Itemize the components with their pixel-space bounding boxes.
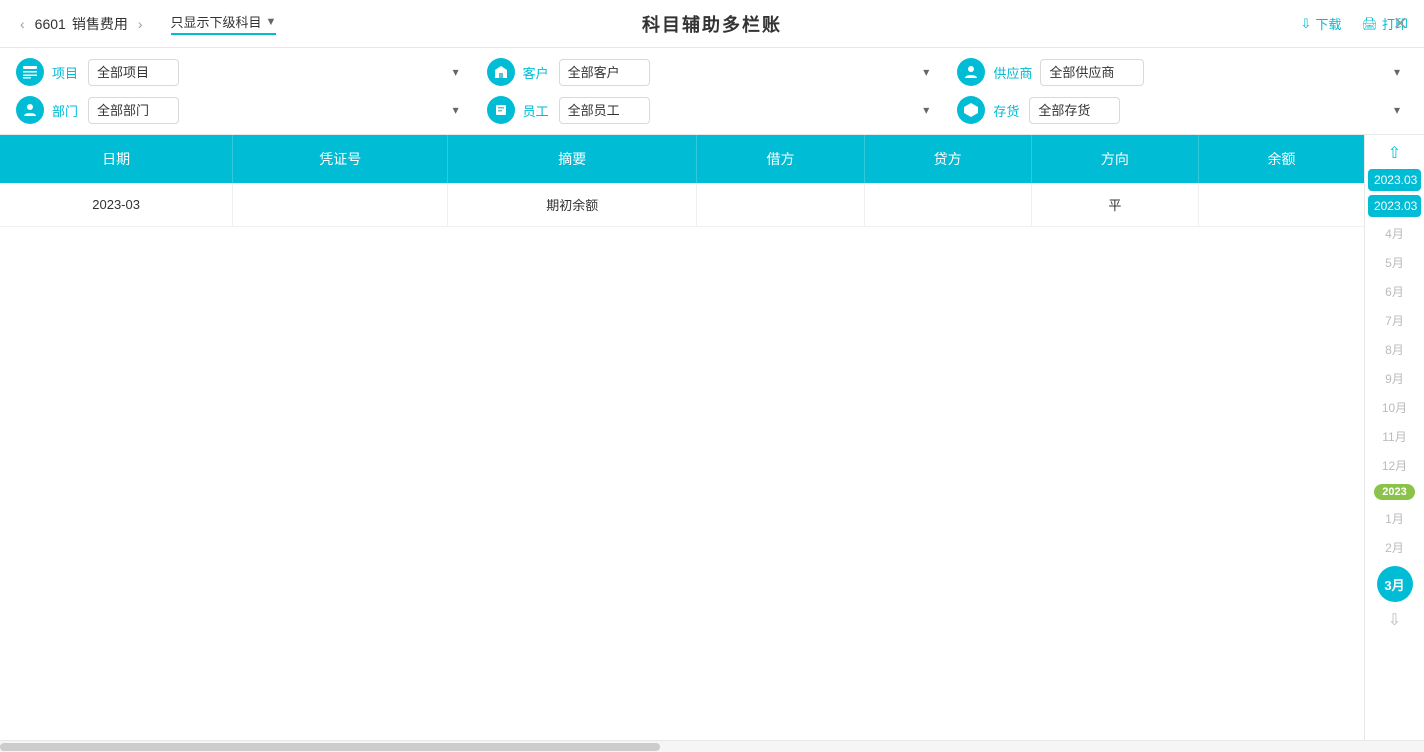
- timeline-month-6[interactable]: 6月: [1365, 277, 1424, 306]
- account-code: 6601: [35, 16, 66, 32]
- timeline-up-arrow[interactable]: ⇧: [1384, 139, 1405, 167]
- col-credit: 贷方: [864, 135, 1031, 183]
- timeline-month-9[interactable]: 9月: [1365, 364, 1424, 393]
- cell-voucher: [233, 183, 448, 227]
- page-title: 科目辅助多栏账: [642, 11, 782, 37]
- scrollbar-thumb: [0, 743, 660, 751]
- filter-customer: 客户 全部客户: [487, 58, 938, 86]
- timeline-month-12[interactable]: 12月: [1365, 451, 1424, 480]
- employee-icon: [487, 96, 515, 124]
- col-voucher: 凭证号: [233, 135, 448, 183]
- employee-select[interactable]: 全部员工: [559, 97, 650, 124]
- timeline-month-1[interactable]: 1月: [1365, 504, 1424, 533]
- filter-supplier: 供应商 全部供应商: [957, 58, 1408, 86]
- print-icon: 🖨: [1361, 16, 1378, 32]
- cell-credit: [864, 183, 1031, 227]
- col-debit: 借方: [697, 135, 864, 183]
- project-label: 项目: [52, 63, 80, 82]
- employee-select-wrapper: 全部员工: [559, 97, 938, 124]
- col-summary: 摘要: [448, 135, 697, 183]
- department-select[interactable]: 全部部门: [88, 97, 179, 124]
- main-window: ‹ 6601 销售费用 › 只显示下级科目 ▼ 科目辅助多栏账 ⇩ 下载 🖨 打…: [0, 0, 1424, 752]
- download-icon: ⇩: [1301, 16, 1312, 32]
- cell-direction: 平: [1031, 183, 1198, 227]
- project-select-wrapper: 全部项目: [88, 59, 467, 86]
- customer-label: 客户: [523, 63, 551, 82]
- timeline-panel: ⇧ 2023.03 2023.03 4月 5月 6月 7月 8月 9月 10月 …: [1364, 135, 1424, 740]
- department-label: 部门: [52, 101, 80, 120]
- customer-icon: [487, 58, 515, 86]
- filter-inventory: 存货 全部存货: [957, 96, 1408, 124]
- inventory-label: 存货: [993, 101, 1021, 120]
- supplier-select[interactable]: 全部供应商: [1040, 59, 1144, 86]
- table-row: 2023-03 期初余额 平: [0, 183, 1364, 227]
- prev-account-arrow[interactable]: ‹: [16, 14, 29, 34]
- supplier-icon: [957, 58, 985, 86]
- sublevel-filter-label: 只显示下级科目: [171, 12, 262, 31]
- col-date: 日期: [0, 135, 233, 183]
- filter-department: 部门 全部部门: [16, 96, 467, 124]
- cell-summary: 期初余额: [448, 183, 697, 227]
- department-icon: [16, 96, 44, 124]
- timeline-selected-end[interactable]: 2023.03: [1368, 195, 1421, 217]
- close-button[interactable]: ✕: [1393, 13, 1408, 34]
- department-select-wrapper: 全部部门: [88, 97, 467, 124]
- filter-employee: 员工 全部员工: [487, 96, 938, 124]
- timeline-month-3-selected[interactable]: 3月: [1377, 566, 1413, 602]
- chevron-down-icon: ▼: [266, 16, 277, 28]
- inventory-select[interactable]: 全部存货: [1029, 97, 1120, 124]
- filter-project: 项目 全部项目: [16, 58, 467, 86]
- timeline-month-2[interactable]: 2月: [1365, 533, 1424, 562]
- inventory-select-wrapper: 全部存货: [1029, 97, 1408, 124]
- inventory-icon: [957, 96, 985, 124]
- timeline-month-5[interactable]: 5月: [1365, 248, 1424, 277]
- filter-bar: 项目 全部项目 客户 全部客户: [0, 48, 1424, 135]
- download-label: 下载: [1315, 14, 1341, 33]
- download-button[interactable]: ⇩ 下载: [1301, 14, 1342, 33]
- project-select[interactable]: 全部项目: [88, 59, 179, 86]
- timeline-month-8[interactable]: 8月: [1365, 335, 1424, 364]
- timeline-selected-start[interactable]: 2023.03: [1368, 169, 1421, 191]
- project-icon: [16, 58, 44, 86]
- sublevel-filter[interactable]: 只显示下级科目 ▼: [171, 12, 277, 35]
- timeline-year-2023[interactable]: 2023: [1374, 484, 1414, 500]
- timeline-month-10[interactable]: 10月: [1365, 393, 1424, 422]
- timeline-month-4[interactable]: 4月: [1365, 219, 1424, 248]
- timeline-month-11[interactable]: 11月: [1365, 422, 1424, 451]
- main-content: 日期 凭证号 摘要 借方 贷方 方向 余额 2023-03 期初余额 平 ⇧ 202…: [0, 135, 1424, 740]
- timeline-down-arrow[interactable]: ⇩: [1384, 606, 1405, 634]
- customer-select[interactable]: 全部客户: [559, 59, 650, 86]
- top-actions: ⇩ 下载 🖨 打印: [1301, 14, 1408, 33]
- customer-select-wrapper: 全部客户: [559, 59, 938, 86]
- cell-debit: [697, 183, 864, 227]
- table-header-row: 日期 凭证号 摘要 借方 贷方 方向 余额: [0, 135, 1364, 183]
- supplier-label: 供应商: [993, 63, 1032, 82]
- next-account-arrow[interactable]: ›: [134, 14, 147, 34]
- cell-date: 2023-03: [0, 183, 233, 227]
- top-bar: ‹ 6601 销售费用 › 只显示下级科目 ▼ 科目辅助多栏账 ⇩ 下载 🖨 打…: [0, 0, 1424, 48]
- cell-balance: [1198, 183, 1364, 227]
- timeline-month-7[interactable]: 7月: [1365, 306, 1424, 335]
- horizontal-scrollbar[interactable]: [0, 740, 1424, 752]
- ledger-table: 日期 凭证号 摘要 借方 贷方 方向 余额 2023-03 期初余额 平: [0, 135, 1364, 227]
- supplier-select-wrapper: 全部供应商: [1040, 59, 1408, 86]
- account-name: 销售费用: [72, 14, 128, 34]
- employee-label: 员工: [523, 101, 551, 120]
- table-area[interactable]: 日期 凭证号 摘要 借方 贷方 方向 余额 2023-03 期初余额 平: [0, 135, 1364, 740]
- col-direction: 方向: [1031, 135, 1198, 183]
- col-balance: 余额: [1198, 135, 1364, 183]
- account-nav: ‹ 6601 销售费用 ›: [16, 14, 147, 34]
